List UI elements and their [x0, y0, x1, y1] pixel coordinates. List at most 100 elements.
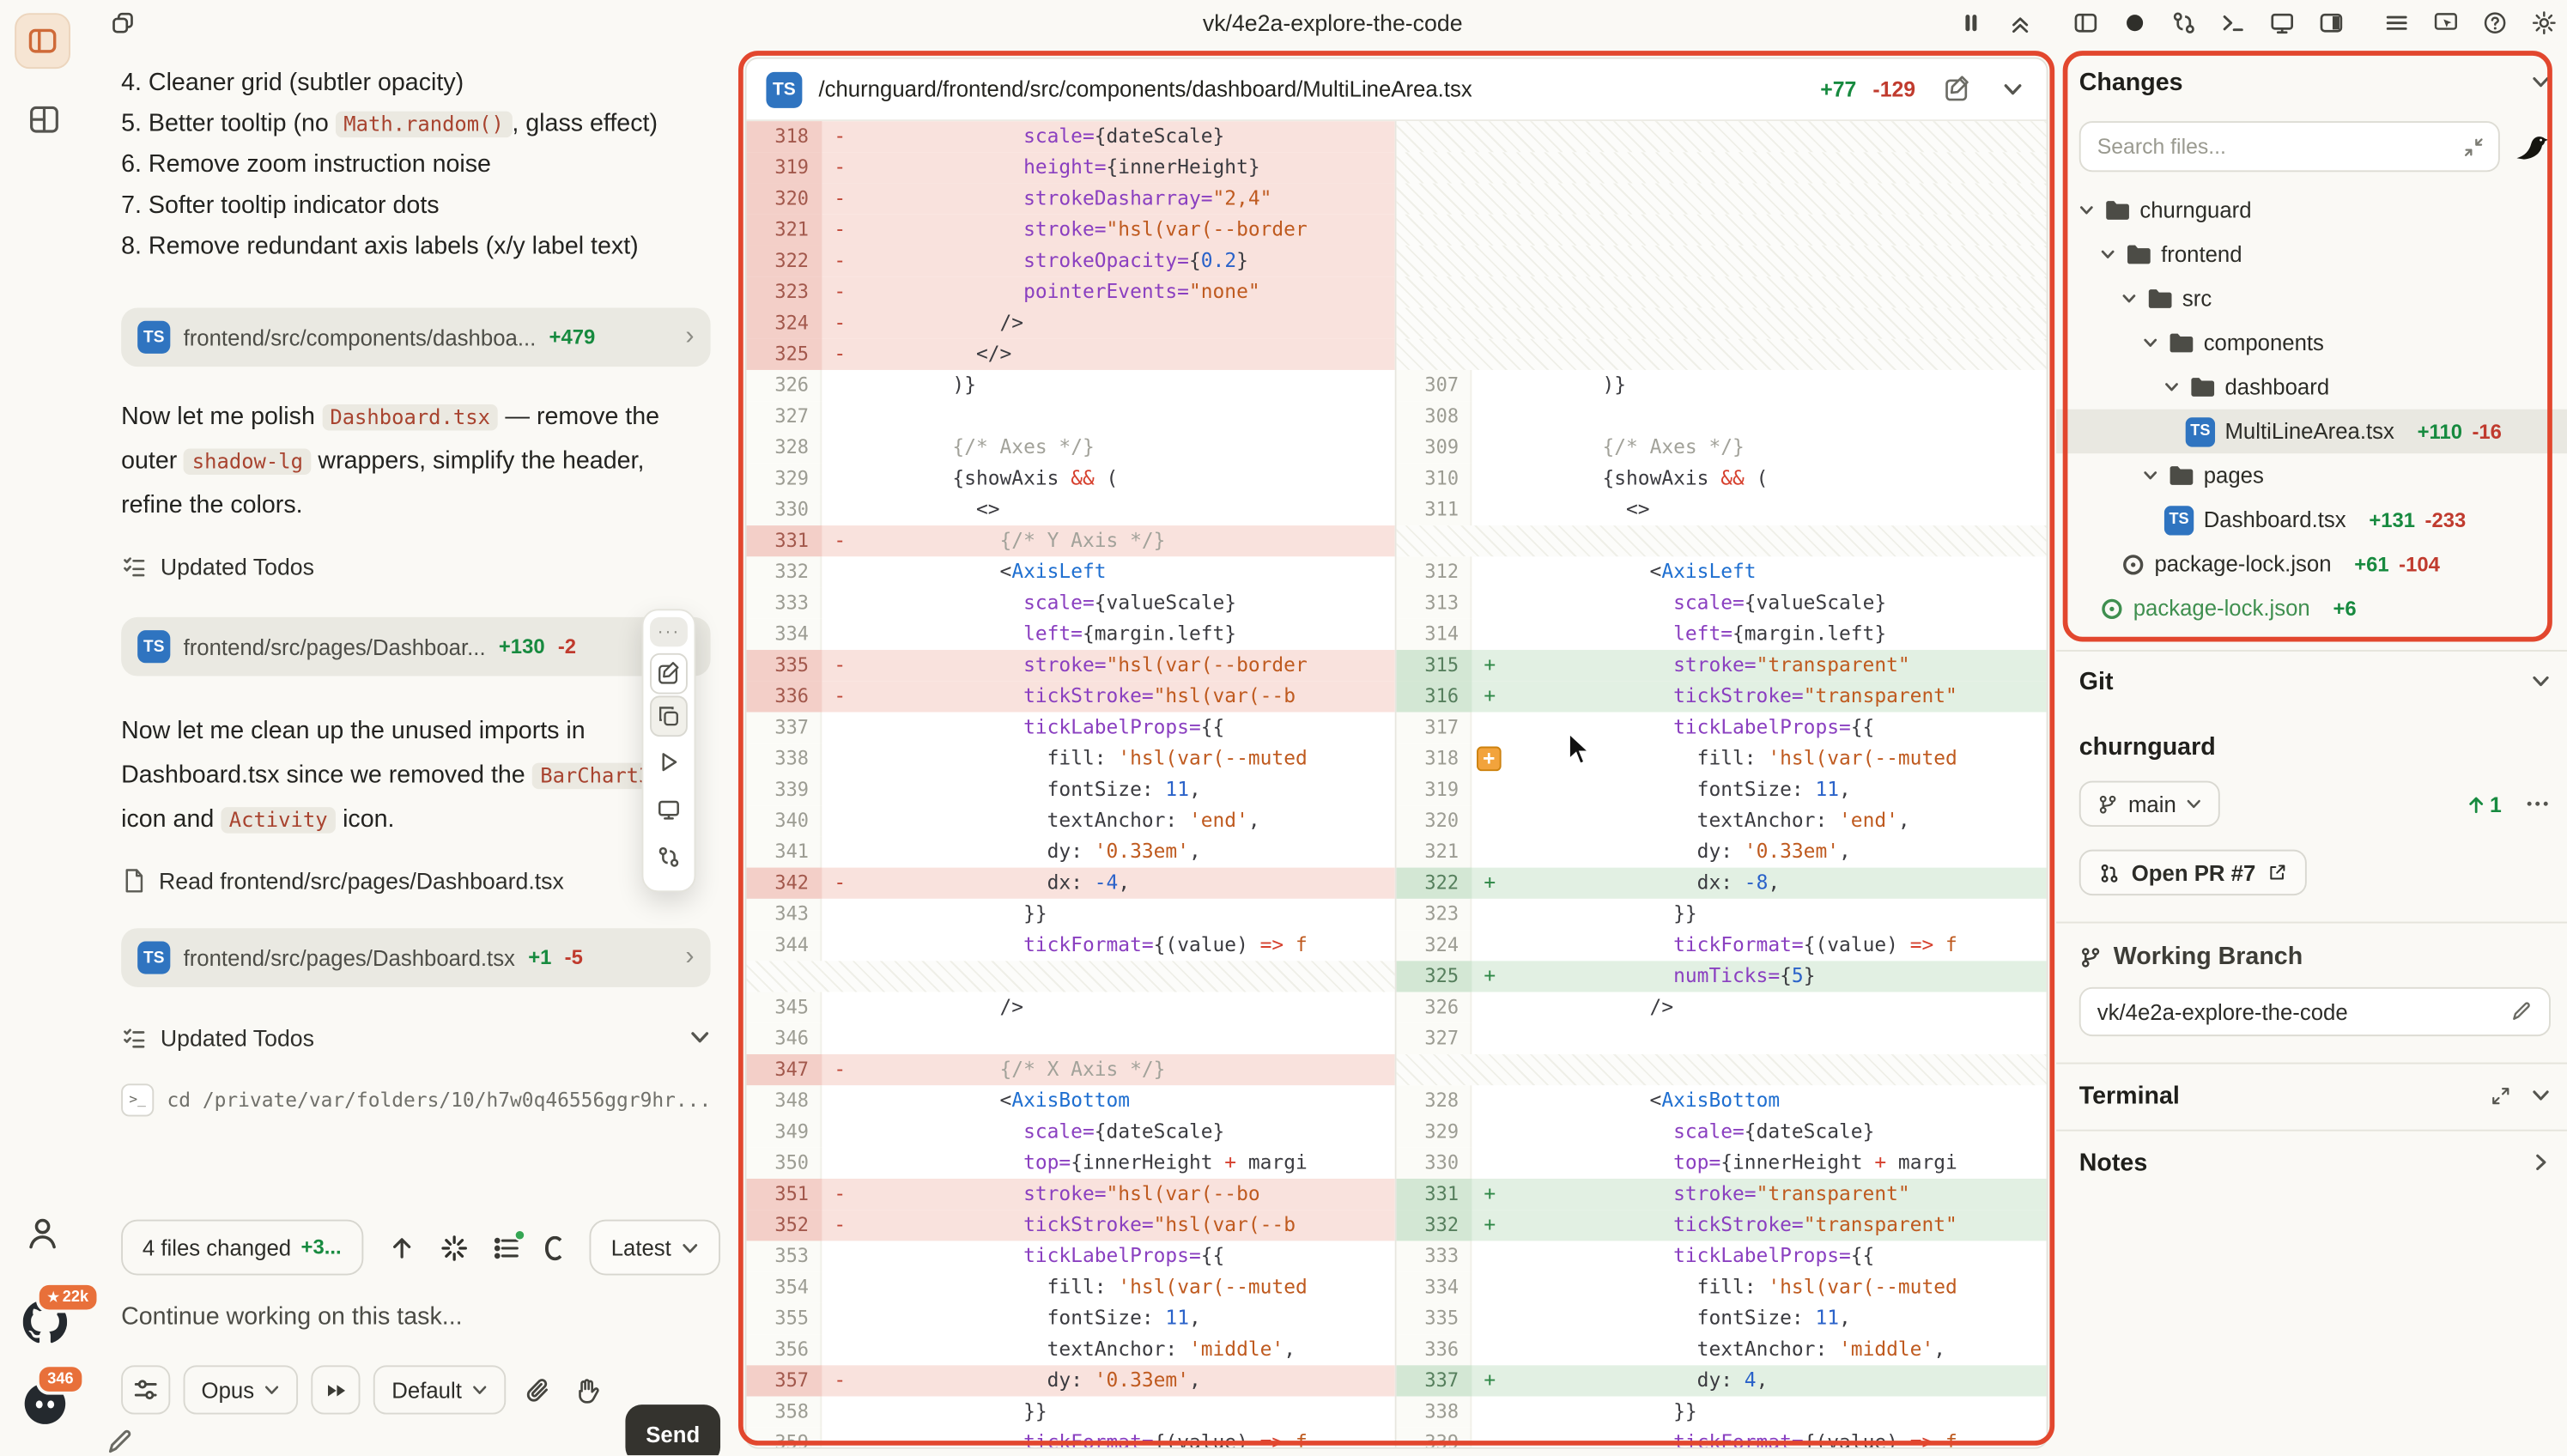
tree-folder-pages[interactable]: pages	[2056, 453, 2567, 497]
code-line: fontSize: 11,	[1508, 1303, 2046, 1334]
git-compare-button[interactable]	[643, 834, 694, 881]
changes-section-header[interactable]: Changes	[2079, 65, 2551, 98]
code-token: 'middle'	[1839, 1338, 1933, 1361]
updated-todos-row-2[interactable]: Updated Todos	[121, 1020, 710, 1054]
git-section-header[interactable]: Git	[2079, 664, 2551, 697]
diff-line: 326/>	[1397, 992, 2047, 1023]
diff-line: 331-{/* Y Axis */}	[747, 525, 1395, 556]
diff-line: 331+stroke="transparent"	[1397, 1179, 2047, 1210]
updated-todos-row[interactable]: Updated Todos	[121, 549, 710, 583]
code-token: top=	[1673, 1151, 1720, 1174]
code-line: }}	[858, 899, 1394, 930]
pencil-icon[interactable]	[105, 1428, 134, 1455]
drag-handle-icon[interactable]: ···	[650, 617, 688, 646]
chevron-down-icon[interactable]	[1997, 75, 2026, 104]
file-chip-dashboard-page-2[interactable]: TS frontend/src/pages/Dashboard.tsx +1 -…	[121, 928, 710, 987]
diff-line: 335fontSize: 11,	[1397, 1303, 2047, 1334]
edit-button[interactable]	[650, 653, 688, 695]
collapse-panels-icon[interactable]	[2006, 9, 2033, 36]
record-dot-icon[interactable]	[2120, 9, 2147, 36]
terminal-icon[interactable]	[2218, 9, 2246, 36]
hand-button[interactable]	[568, 1372, 604, 1408]
working-branch-input[interactable]: vk/4e2a-explore-the-code	[2079, 987, 2551, 1036]
terminal-section-header[interactable]: Terminal	[2079, 1077, 2551, 1113]
add-comment-button[interactable]: +	[1477, 747, 1502, 772]
display-icon[interactable]	[2267, 9, 2295, 36]
search-input[interactable]	[2097, 134, 2462, 159]
files-changed-chip[interactable]: 4 files changed +3...	[121, 1220, 362, 1276]
file-chip-dashboard-page-1[interactable]: TS frontend/src/pages/Dashboar... +130 -…	[121, 617, 710, 676]
diff-table: 318-scale={dateScale}319-height={innerHe…	[747, 121, 2047, 1448]
screen-share-icon[interactable]	[2431, 9, 2459, 36]
tasks-button[interactable]	[492, 1234, 519, 1261]
help-icon[interactable]	[2480, 9, 2508, 36]
attach-button[interactable]	[519, 1372, 555, 1408]
assistant-paragraph: Now let me polish Dashboard.tsx — remove…	[121, 395, 710, 527]
tree-file-MultiLineArea.tsx[interactable]: TSMultiLineArea.tsx+110-16	[2056, 410, 2567, 453]
git-compare-icon[interactable]	[2170, 9, 2197, 36]
chat-input[interactable]	[121, 1303, 702, 1331]
diff-file-path[interactable]: /churnguard/frontend/src/components/dash…	[818, 77, 1472, 102]
bird-icon[interactable]	[2513, 128, 2551, 166]
code-token: stroke=	[1673, 1182, 1756, 1205]
line-number: 310	[1397, 464, 1472, 494]
play-button[interactable]	[643, 738, 694, 786]
tree-file-package-lock.json[interactable]: package-lock.json+6	[2056, 586, 2567, 630]
send-button[interactable]: Send	[625, 1404, 720, 1455]
spark-icon[interactable]	[440, 1234, 467, 1261]
menu-icon[interactable]	[2382, 9, 2410, 36]
expand-icon[interactable]	[2490, 1084, 2511, 1106]
tree-folder-frontend[interactable]: frontend	[2056, 233, 2567, 276]
tree-folder-churnguard[interactable]: churnguard	[2056, 188, 2567, 232]
tree-folder-dashboard[interactable]: dashboard	[2056, 365, 2567, 409]
chevron-down-icon[interactable]	[689, 1027, 711, 1048]
workspace-button[interactable]	[15, 13, 70, 69]
tree-folder-components[interactable]: components	[2056, 321, 2567, 365]
collapse-tree-icon[interactable]	[2462, 135, 2485, 158]
panel-right-icon[interactable]	[2316, 9, 2344, 36]
copy-button[interactable]	[650, 695, 688, 737]
line-number: 307	[1397, 370, 1472, 401]
added-count: +6	[2333, 597, 2356, 620]
line-number: 347	[747, 1054, 822, 1085]
open-pr-button[interactable]: Open PR #7	[2079, 850, 2307, 895]
github-button[interactable]: ★22k	[23, 1300, 69, 1345]
line-number: 346	[747, 1023, 822, 1054]
chat-panel: 4. Cleaner grid (subtler opacity)5. Bett…	[92, 46, 734, 1455]
settings-gear-icon[interactable]	[2529, 9, 2557, 36]
tree-folder-src[interactable]: src	[2056, 276, 2567, 320]
model-dropdown[interactable]: Opus	[184, 1365, 299, 1414]
copy-icon	[657, 704, 682, 729]
more-options-icon[interactable]	[2524, 791, 2551, 817]
pencil-icon[interactable]	[2509, 1000, 2533, 1023]
terminal-command-row[interactable]: >_ cd /private/var/folders/10/h7w0q46556…	[121, 1082, 710, 1118]
pause-icon[interactable]	[1957, 9, 1984, 36]
search-box[interactable]	[2079, 121, 2500, 172]
composer-settings-button[interactable]	[121, 1365, 170, 1414]
code-token: strokeDasharray=	[1023, 186, 1212, 209]
account-button[interactable]	[23, 1213, 69, 1259]
diff-marker	[1472, 1085, 1508, 1116]
tree-file-Dashboard.tsx[interactable]: TSDashboard.tsx+131-233	[2056, 498, 2567, 542]
file-chip-dashboard-components[interactable]: TS frontend/src/components/dashboa... +4…	[121, 307, 710, 367]
mode-dropdown[interactable]: Default	[373, 1365, 506, 1414]
branch-selector[interactable]: main	[2079, 781, 2221, 827]
discord-button[interactable]: 346	[23, 1381, 69, 1427]
line-number: 331	[747, 525, 822, 556]
code-token: {/* X Axis */}	[1000, 1058, 1166, 1081]
tree-file-package-lock.json[interactable]: package-lock.json+61-104	[2056, 542, 2567, 585]
panel-left-icon[interactable]	[2071, 9, 2098, 36]
code-token: 4	[1745, 1368, 1757, 1392]
scroll-up-icon[interactable]	[387, 1234, 415, 1261]
line-number: 334	[747, 619, 822, 650]
notes-section-header[interactable]: Notes	[2079, 1144, 2551, 1180]
edit-diff-icon[interactable]	[1942, 75, 1971, 104]
latest-dropdown[interactable]: Latest	[590, 1220, 720, 1276]
display-button[interactable]	[643, 786, 694, 833]
chevron-right-icon: ›	[685, 325, 694, 351]
read-file-row[interactable]: Read frontend/src/pages/Dashboard.tsx	[121, 863, 710, 897]
fast-forward-button[interactable]	[312, 1365, 361, 1414]
board-button[interactable]	[23, 98, 66, 141]
code-token: {innerHeight}	[1107, 155, 1260, 179]
tabs-icon[interactable]	[108, 9, 136, 36]
